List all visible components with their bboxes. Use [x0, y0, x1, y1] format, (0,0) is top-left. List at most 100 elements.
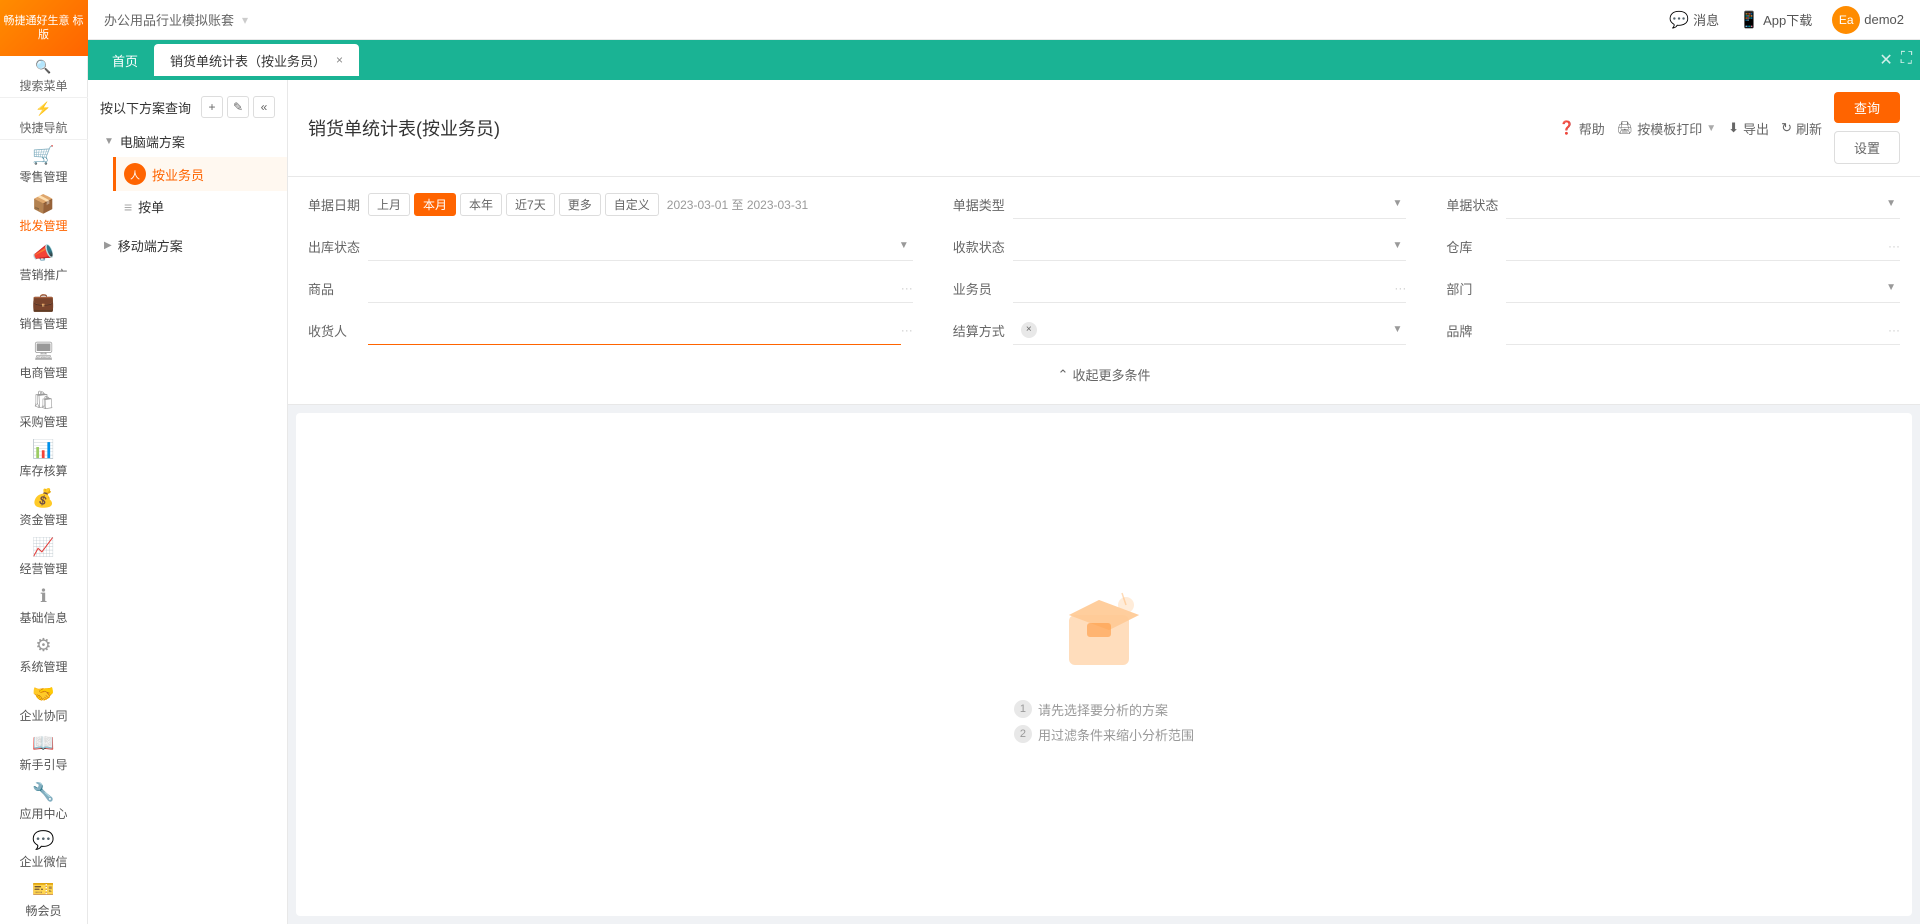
empty-num-1: 1 [1014, 700, 1032, 718]
empty-num-2: 2 [1014, 725, 1032, 743]
guide-label: 新手引导 [19, 756, 67, 773]
filter-payment: 结算方式 × ▼ [953, 315, 1407, 345]
date-filter: 上月 本月 本年 近7天 更多 自定义 2023-03-01 至 2023-03… [368, 193, 913, 216]
tree-item-by-salesperson[interactable]: 人 按业务员 [113, 157, 287, 191]
tab-bar-right-actions: ✕ ⛶ [1879, 50, 1912, 70]
tree-section-mobile-label: 移动端方案 [118, 236, 183, 255]
tab-close-icon[interactable]: × [336, 53, 343, 67]
print-arrow-icon: ▼ [1706, 123, 1716, 134]
date-btn-custom[interactable]: 自定义 [605, 193, 659, 216]
sidebar-item-member[interactable]: 🎫 畅会员 [0, 875, 88, 924]
basic-icon: ℹ [40, 586, 47, 607]
sidebar-item-ecommerce[interactable]: 🖥 电商管理 [0, 336, 88, 385]
doc-type-arrow-icon: ▼ [1392, 198, 1402, 209]
doc-type-select[interactable]: ▼ [1013, 189, 1407, 219]
sidebar-item-wholesale[interactable]: 📦 批发管理 [0, 189, 88, 238]
sidebar-item-guide[interactable]: 📖 新手引导 [0, 728, 88, 777]
filter-warehouse: 仓库 ··· [1446, 231, 1900, 261]
order-icon: ≡ [124, 199, 132, 215]
payment-select[interactable]: × ▼ [1013, 315, 1407, 345]
sidebar-item-marketing[interactable]: 📣 营销推广 [0, 238, 88, 287]
query-button[interactable]: 查询 [1834, 92, 1900, 123]
print-button[interactable]: 🖨 按模板打印 ▼ [1617, 119, 1716, 138]
system-icon: ⚙ [35, 635, 51, 656]
page-title: 销货单统计表(按业务员) [308, 115, 500, 141]
payment-tag-close-icon[interactable]: × [1021, 322, 1037, 338]
sidebar-item-collab[interactable]: 🤝 企业协同 [0, 679, 88, 728]
breadcrumb-arrow-icon: ▾ [242, 13, 248, 27]
out-status-select[interactable]: ▼ [368, 231, 913, 261]
date-btn-more[interactable]: 更多 [559, 193, 601, 216]
tab-active[interactable]: 销货单统计表（按业务员） × [154, 44, 359, 76]
filter-goods: 商品 ··· [308, 273, 913, 303]
sidebar-item-sales[interactable]: 💼 销售管理 [0, 287, 88, 336]
payment-arrow-icon: ▼ [1392, 324, 1402, 335]
empty-illustration [1044, 580, 1164, 680]
receiver-dots-icon[interactable]: ··· [901, 323, 913, 337]
tab-expand-icon[interactable]: ⛶ [1901, 50, 1912, 70]
tab-home[interactable]: 首页 [96, 44, 154, 76]
settings-button[interactable]: 设置 [1834, 131, 1900, 164]
avatar: Ea [1832, 6, 1860, 34]
wechat-icon: 💬 [32, 830, 54, 851]
doc-status-label: 单据状态 [1446, 195, 1506, 214]
purchase-icon: 🛍 [32, 390, 55, 411]
date-btn-7days[interactable]: 近7天 [506, 193, 555, 216]
sidebar-item-purchase[interactable]: 🛍 采购管理 [0, 385, 88, 434]
receipt-status-select[interactable]: ▼ [1013, 231, 1407, 261]
edit-scheme-button[interactable]: ✎ [227, 96, 249, 118]
tab-close-window-icon[interactable]: ✕ [1879, 50, 1892, 70]
doc-status-arrow-icon: ▼ [1886, 198, 1896, 209]
sidebar-item-system[interactable]: ⚙ 系统管理 [0, 630, 88, 679]
purchase-label: 采购管理 [19, 413, 67, 430]
sidebar-item-quicknav[interactable]: ⚡ 快捷导航 [0, 98, 88, 140]
help-icon: ❓ [1559, 120, 1575, 136]
messages-button[interactable]: 💬 消息 [1669, 10, 1719, 30]
help-button[interactable]: ❓ 帮助 [1559, 119, 1605, 138]
department-select[interactable]: ▼ [1506, 273, 1900, 303]
sidebar-item-ops[interactable]: 📈 经营管理 [0, 532, 88, 581]
empty-box-svg [1054, 585, 1154, 675]
left-panel: 按以下方案查询 + ✎ « ▼ 电脑端方案 人 按业务员 ≡ 按单 [88, 80, 288, 924]
user-menu[interactable]: Ea demo2 [1832, 6, 1904, 34]
salesperson-badge: 人 [124, 163, 146, 185]
sidebar-item-finance[interactable]: 💰 资金管理 [0, 483, 88, 532]
sidebar-item-search[interactable]: 🔍 搜索菜单 [0, 56, 88, 98]
wholesale-icon: 📦 [32, 194, 54, 215]
refresh-button[interactable]: ↻ 刷新 [1781, 119, 1822, 138]
date-btn-this-year[interactable]: 本年 [460, 193, 502, 216]
goods-dots-icon[interactable]: ··· [901, 281, 913, 295]
collapse-arrow-icon: ⌃ [1058, 367, 1069, 383]
add-scheme-button[interactable]: + [201, 96, 223, 118]
date-btn-last-month[interactable]: 上月 [368, 193, 410, 216]
page-content: 按以下方案查询 + ✎ « ▼ 电脑端方案 人 按业务员 ≡ 按单 [88, 80, 1920, 924]
salesperson-dots-icon[interactable]: ··· [1394, 281, 1406, 295]
tree-item-by-order[interactable]: ≡ 按单 [116, 191, 287, 222]
main-area: 办公用品行业模拟账套 ▾ 💬 消息 📱 App下载 Ea demo2 首页 [88, 0, 1920, 924]
sidebar-item-apps[interactable]: 🔧 应用中心 [0, 777, 88, 826]
sidebar-item-retail[interactable]: 🛒 零售管理 [0, 140, 88, 189]
sidebar-item-wechat[interactable]: 💬 企业微信 [0, 826, 88, 875]
collapse-panel-button[interactable]: « [253, 96, 275, 118]
avatar-text: Ea [1839, 13, 1854, 27]
sidebar-item-basic[interactable]: ℹ 基础信息 [0, 581, 88, 630]
collapse-bar[interactable]: ⌃ 收起更多条件 [308, 357, 1900, 392]
date-btn-this-month[interactable]: 本月 [414, 193, 456, 216]
brand-dots-icon[interactable]: ··· [1888, 323, 1900, 337]
ecommerce-icon: 🖥 [32, 341, 55, 362]
wechat-label: 企业微信 [19, 853, 67, 870]
sidebar-item-inventory[interactable]: 📊 库存核算 [0, 434, 88, 483]
brand-label: 品牌 [1446, 321, 1506, 340]
marketing-label: 营销推广 [19, 266, 67, 283]
export-button[interactable]: ⬇ 导出 [1728, 119, 1769, 138]
apps-label: 应用中心 [19, 805, 67, 822]
warehouse-dots-icon[interactable]: ··· [1888, 239, 1900, 253]
collab-icon: 🤝 [32, 684, 54, 705]
doc-status-select[interactable]: ▼ [1506, 189, 1900, 219]
sales-icon: 💼 [32, 292, 54, 313]
filter-out-status: 出库状态 ▼ [308, 231, 913, 261]
app-download-button[interactable]: 📱 App下载 [1739, 10, 1812, 30]
finance-icon: 💰 [32, 488, 54, 509]
receiver-input[interactable] [368, 315, 901, 345]
sidebar-search-label: 搜索菜单 [19, 77, 67, 94]
